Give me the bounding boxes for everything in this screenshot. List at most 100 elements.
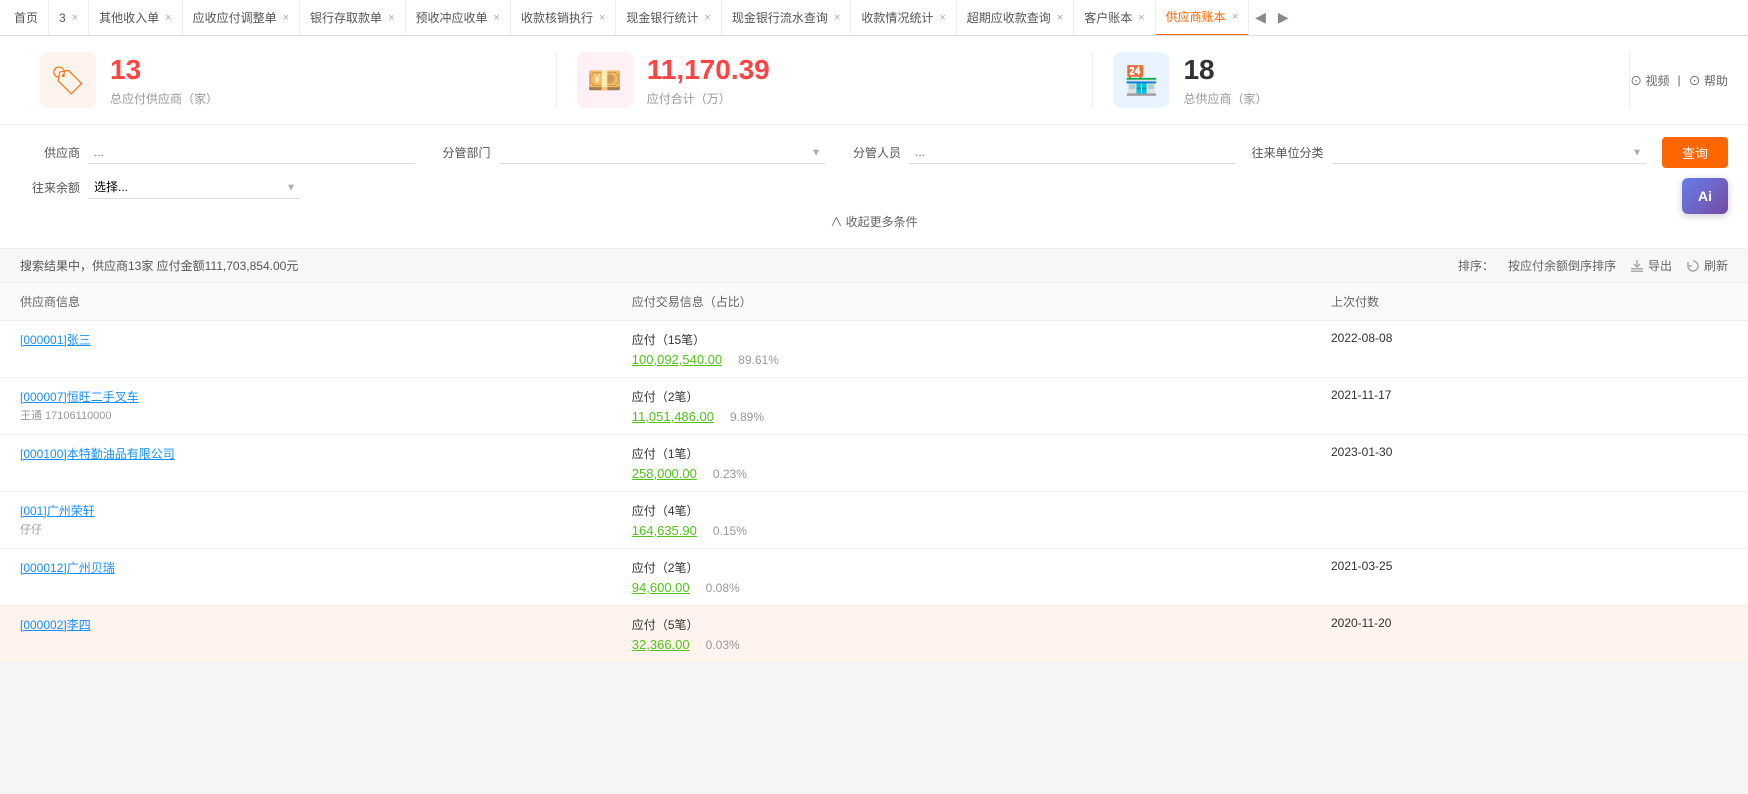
close-icon[interactable]: × <box>1232 11 1238 23</box>
table-header-row: 供应商信息 应付交易信息（占比） 上次付数 <box>0 283 1748 321</box>
table-row: [000100]本特勤油品有限公司应付（1笔）258,000.000.23%20… <box>0 435 1748 492</box>
nav-arrow-right[interactable]: ▶ <box>1272 9 1295 26</box>
amount-value[interactable]: 11,051,486.00 <box>632 409 714 424</box>
dept-select[interactable] <box>499 141 826 164</box>
nav-arrow-left[interactable]: ◀ <box>1249 9 1272 26</box>
collapse-bar[interactable]: ∧ 收起更多条件 <box>20 207 1728 236</box>
close-icon[interactable]: × <box>939 12 945 24</box>
export-button[interactable]: 导出 <box>1630 257 1672 274</box>
ai-button[interactable]: Ai <box>1682 178 1728 214</box>
supplier-link[interactable]: [000007]恒旺二手叉车 <box>20 390 139 404</box>
result-bar: 搜索结果中，供应商13家 应付金额111,703,854.00元 排序： 按应付… <box>0 249 1748 283</box>
close-icon[interactable]: × <box>388 12 394 24</box>
last-pay-cell: 2021-03-25 <box>1311 549 1748 606</box>
payable-suppliers-number: 13 <box>110 53 218 87</box>
tx-info-cell: 应付（1笔）258,000.000.23% <box>612 435 1311 492</box>
table-row: [000002]李四应付（5笔）32,366.000.03%2020-11-20 <box>0 606 1748 663</box>
sort-value[interactable]: 按应付余额倒序排序 <box>1508 257 1616 274</box>
close-icon[interactable]: × <box>283 12 289 24</box>
supplier-link[interactable]: [000002]李四 <box>20 618 91 632</box>
filter-balance: 往来余额 选择... ▼ <box>20 176 300 199</box>
percent-value: 0.15% <box>713 524 747 538</box>
close-icon[interactable]: × <box>1057 12 1063 24</box>
table-row: [001]广州荣轩仔仔应付（4笔）164,635.900.15% <box>0 492 1748 549</box>
supplier-link[interactable]: [000100]本特勤油品有限公司 <box>20 447 175 461</box>
supplier-filter-label: 供应商 <box>20 144 80 161</box>
nav-tab-overdue-label: 超期应收款查询 <box>967 9 1051 26</box>
amount-value[interactable]: 94,600.00 <box>632 580 690 595</box>
nav-tab-home[interactable]: 首页 <box>4 0 49 36</box>
query-button[interactable]: 查询 <box>1662 137 1728 168</box>
total-suppliers-number: 18 <box>1183 53 1267 87</box>
tx-type-label: 应付 <box>632 447 656 461</box>
balance-select[interactable]: 选择... <box>88 176 300 199</box>
table-row: [000012]广州贝瑞 应付（2笔） 94,600.00 0.08% 2021-03-… <box>0 549 1748 606</box>
tx-info-cell: 应付（15笔）100,092,540.0089.61% <box>612 321 1311 378</box>
amount-value[interactable]: 100,092,540.00 <box>632 352 722 367</box>
supplier-link[interactable]: [000001]张三 <box>20 333 91 347</box>
nav-tab-customer-ledger[interactable]: 客户账本 × <box>1074 0 1155 36</box>
help-link[interactable]: ⊙ 帮助 <box>1689 72 1728 89</box>
supplier-link[interactable]: [000012]广州贝瑞 <box>20 561 115 575</box>
video-link[interactable]: ⊙ 视频 <box>1630 72 1669 89</box>
last-pay-cell: 2023-01-30 <box>1311 435 1748 492</box>
tx-label-row: 应付（2笔） <box>632 559 1291 576</box>
percent-value: 0.03% <box>706 638 740 652</box>
nav-tab-other-income[interactable]: 其他收入单 × <box>89 0 182 36</box>
nav-tab-cash-flow[interactable]: 现金银行流水查询 × <box>722 0 851 36</box>
close-icon[interactable]: × <box>494 12 500 24</box>
nav-tab-receipt-exec[interactable]: 收款核销执行 × <box>511 0 616 36</box>
tx-info-cell: 应付（4笔）164,635.900.15% <box>612 492 1311 549</box>
nav-tab-3-label: 3 <box>59 11 66 25</box>
percent-value: 0.08% <box>706 581 740 595</box>
close-icon[interactable]: × <box>1138 12 1144 24</box>
amount-value[interactable]: 164,635.90 <box>632 523 697 538</box>
supplier-link[interactable]: [001]广州荣轩 <box>20 504 95 518</box>
tx-count: （2笔） <box>656 561 699 575</box>
filter-bar: 供应商 分管部门 ▼ 分管人员 往来单位分类 ▼ 查询 往来余额 <box>0 125 1748 249</box>
tx-type-label: 应付 <box>632 561 656 575</box>
divider: | <box>1678 73 1681 87</box>
nav-tab-bank[interactable]: 银行存取款单 × <box>300 0 405 36</box>
category-select[interactable] <box>1332 141 1646 164</box>
filter-dept: 分管部门 ▼ <box>431 141 826 164</box>
supplier-input[interactable] <box>88 141 415 164</box>
close-icon[interactable]: × <box>704 12 710 24</box>
nav-tab-cash-stat-label: 现金银行统计 <box>626 9 698 26</box>
table-wrap: 供应商信息 应付交易信息（占比） 上次付数 [000001]张三 应付（15笔）1… <box>0 283 1748 663</box>
close-icon[interactable]: × <box>599 12 605 24</box>
amount-row: 258,000.00 0.23% <box>632 466 1291 481</box>
nav-tab-3[interactable]: 3 × <box>49 0 89 36</box>
amount-value[interactable]: 32,366.00 <box>632 637 690 652</box>
nav-tab-adjust[interactable]: 应收应付调整单 × <box>183 0 300 36</box>
close-icon[interactable]: × <box>165 12 171 24</box>
result-actions: 排序： 按应付余额倒序排序 导出 刷新 <box>1458 257 1728 274</box>
percent-value: 0.23% <box>713 467 747 481</box>
tx-label-row: 应付（5笔） <box>632 616 1291 633</box>
payable-suppliers-label: 总应付供应商（家） <box>110 90 218 107</box>
refresh-button[interactable]: 刷新 <box>1686 257 1728 274</box>
close-icon[interactable]: × <box>72 12 78 24</box>
nav-tab-supplier-ledger[interactable]: 供应商账本 × <box>1156 0 1249 36</box>
table-row: [000001]张三应付（15笔）100,092,540.0089.61%202… <box>0 321 1748 378</box>
amount-value[interactable]: 258,000.00 <box>632 466 697 481</box>
dept-select-wrap: ▼ <box>499 141 826 164</box>
tx-count: （4笔） <box>656 504 699 518</box>
sort-label: 排序： <box>1458 257 1494 274</box>
person-input[interactable] <box>909 141 1236 164</box>
category-select-wrap: ▼ <box>1332 141 1646 164</box>
nav-tab-prepay[interactable]: 预收冲应收单 × <box>406 0 511 36</box>
summary-bar: 🏷 13 总应付供应商（家） 💴 11,170.39 应付合计（万） 🏪 18 … <box>0 36 1748 125</box>
nav-tab-receipt-stat[interactable]: 收款情况统计 × <box>851 0 956 36</box>
nav-tab-customer-ledger-label: 客户账本 <box>1084 9 1132 26</box>
tx-count: （5笔） <box>656 618 699 632</box>
help-links: ⊙ 视频 | ⊙ 帮助 <box>1630 72 1728 89</box>
nav-tab-overdue[interactable]: 超期应收款查询 × <box>957 0 1074 36</box>
close-icon[interactable]: × <box>834 12 840 24</box>
last-pay-cell: 2021-11-17 <box>1311 378 1748 435</box>
supplier-info-cell: [001]广州荣轩仔仔 <box>0 492 612 549</box>
tx-type-label: 应付 <box>632 618 656 632</box>
nav-tab-cash-stat[interactable]: 现金银行统计 × <box>616 0 721 36</box>
nav-tab-cash-flow-label: 现金银行流水查询 <box>732 9 828 26</box>
supplier-info-cell: [000007]恒旺二手叉车王通 17106110000 <box>0 378 612 435</box>
